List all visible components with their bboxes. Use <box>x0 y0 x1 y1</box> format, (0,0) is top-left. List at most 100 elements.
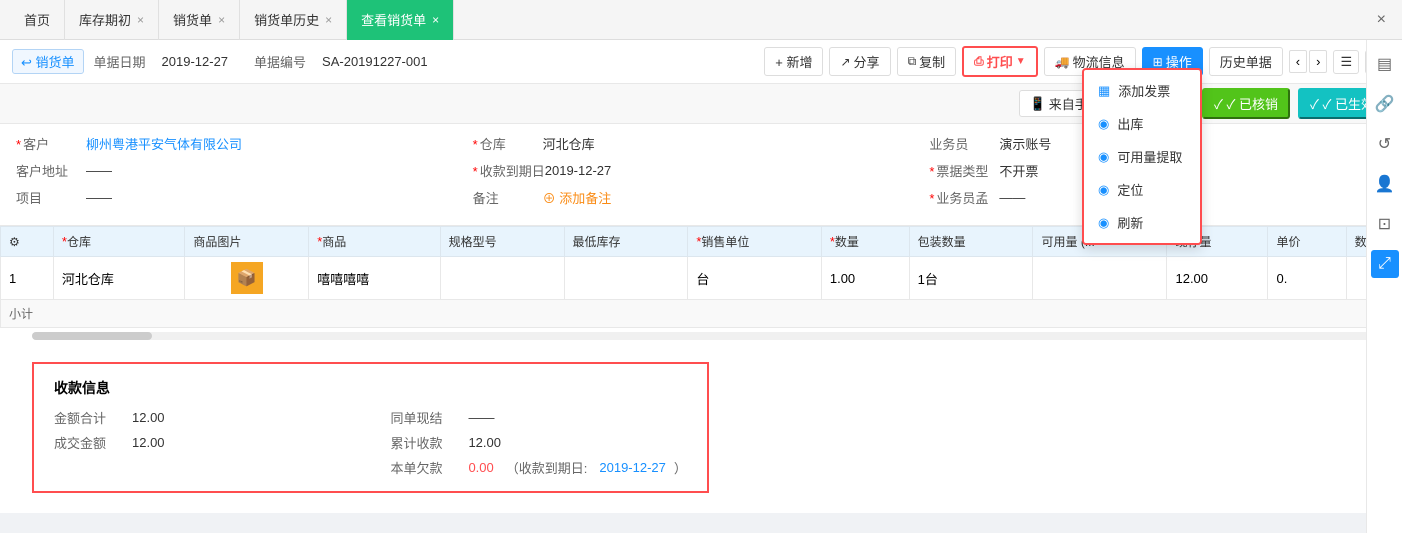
history-button[interactable]: 历史单据 <box>1209 47 1283 76</box>
customer-field: 客户 柳州粤港平安气体有限公司 <box>16 134 473 153</box>
subtotal-label: 小计 <box>1 300 1402 328</box>
sidebar-link-icon[interactable]: 🔗 <box>1371 90 1399 118</box>
tab-inventory-init[interactable]: 库存期初 × <box>65 0 159 40</box>
arrears-date: 2019-12-27 <box>599 460 666 475</box>
copy-button[interactable]: ⧉ 复制 <box>897 47 957 76</box>
tab-bar: 首页 库存期初 × 销货单 × 销货单历史 × 查看销货单 × × <box>0 0 1402 40</box>
tab-close-history[interactable]: × <box>325 13 332 27</box>
project-field: 项目 —— <box>16 188 473 207</box>
scroll-thumb[interactable] <box>32 332 152 340</box>
sidebar-expand-icon[interactable]: ⤢ <box>1371 250 1399 278</box>
phone-icon: 📱 <box>1030 96 1046 112</box>
arrears-value: 0.00 <box>468 460 493 475</box>
project-label: 项目 <box>16 188 86 207</box>
address-label: 客户地址 <box>16 161 86 180</box>
accumulated-label: 累计收款 <box>390 433 460 452</box>
scroll-container[interactable] <box>0 328 1402 344</box>
due-date-label: 收款到期日 <box>473 161 545 180</box>
payment-area: 收款信息 金额合计 12.00 同单现结 —— 成交金额 12.00 累计收款 … <box>0 344 1402 513</box>
row-no: 1 <box>1 257 54 300</box>
col-pack-qty: 包装数量 <box>909 227 1033 257</box>
dropdown-add-invoice[interactable]: ▦ 添加发票 <box>1084 74 1200 107</box>
share-icon: ↗ <box>840 55 850 69</box>
due-date-field: 收款到期日 2019-12-27 <box>473 161 930 180</box>
warehouse-value: 河北仓库 <box>543 134 595 153</box>
print-arrow-icon: ▼ <box>1016 56 1026 67</box>
add-invoice-label: 添加发票 <box>1118 81 1170 100</box>
arrears-close: ） <box>674 458 687 477</box>
sidebar-grid-icon[interactable]: ⊡ <box>1371 210 1399 238</box>
logistics-icon: 🚚 <box>1055 55 1070 69</box>
note-add-btn[interactable]: ⊕ 添加备注 <box>543 188 612 207</box>
confirmed-button[interactable]: ✓ ✓ 已核销 <box>1202 88 1290 119</box>
tab-view-sales[interactable]: 查看销货单 × <box>347 0 454 40</box>
total-amount-row: 金额合计 12.00 <box>54 408 350 427</box>
window-close-button[interactable]: × <box>1377 11 1386 29</box>
prev-button[interactable]: ‹ <box>1289 50 1307 73</box>
deal-amount-row: 成交金额 12.00 <box>54 433 350 452</box>
col-warehouse: *仓库 <box>53 227 184 257</box>
locate-icon: ◉ <box>1098 182 1109 198</box>
next-button[interactable]: › <box>1309 50 1327 73</box>
col-unit: *销售单位 <box>688 227 822 257</box>
col-image: 商品图片 <box>185 227 309 257</box>
dropdown-available-extract[interactable]: ◉ 可用量提取 <box>1084 140 1200 173</box>
col-product: *商品 <box>309 227 440 257</box>
note-label: 备注 <box>473 188 543 207</box>
extract-icon: ◉ <box>1098 149 1109 165</box>
tab-close-view[interactable]: × <box>432 13 439 27</box>
operator-value: 演示账号 <box>999 134 1051 153</box>
date-label: 单据日期 <box>94 52 146 71</box>
row-stock: 12.00 <box>1167 257 1268 300</box>
extract-label: 可用量提取 <box>1117 147 1182 166</box>
refresh-icon: ◉ <box>1098 215 1109 231</box>
col-qty: *数量 <box>821 227 909 257</box>
col-settings[interactable]: ⚙ <box>1 227 54 257</box>
row-product: 嘻嘻嘻嘻 <box>309 257 440 300</box>
sidebar-notes-icon[interactable]: ▤ <box>1371 50 1399 78</box>
ticket-value: 不开票 <box>999 161 1038 180</box>
dropdown-locate[interactable]: ◉ 定位 <box>1084 173 1200 206</box>
subtotal-row: 小计 <box>1 300 1402 328</box>
col-min-stock: 最低库存 <box>564 227 688 257</box>
same-order-label: 同单现结 <box>390 408 460 427</box>
note-field: 备注 ⊕ 添加备注 <box>473 188 930 207</box>
row-qty: 1.00 <box>821 257 909 300</box>
tab-close-sales[interactable]: × <box>218 13 225 27</box>
arrears-note: （收款到期日: <box>506 458 588 477</box>
nav-arrows: ‹ › <box>1289 50 1328 73</box>
date-value: 2019-12-27 <box>162 54 229 69</box>
col-price: 单价 <box>1268 227 1346 257</box>
dropdown-refresh[interactable]: ◉ 刷新 <box>1084 206 1200 239</box>
customer-label: 客户 <box>16 134 86 153</box>
horizontal-scrollbar[interactable] <box>32 332 1370 340</box>
tab-sales-history[interactable]: 销货单历史 × <box>240 0 347 40</box>
row-warehouse: 河北仓库 <box>53 257 184 300</box>
same-order-row: 同单现结 —— <box>390 408 686 427</box>
share-button[interactable]: ↗ 分享 <box>829 47 890 76</box>
dropdown-outbound[interactable]: ◉ 出库 <box>1084 107 1200 140</box>
tab-sales-order[interactable]: 销货单 × <box>159 0 240 40</box>
deal-amount-value: 12.00 <box>132 435 165 450</box>
tab-close-inventory[interactable]: × <box>137 13 144 27</box>
tab-home[interactable]: 首页 <box>10 0 65 40</box>
ticket-label: 票据类型 <box>929 161 999 180</box>
print-button[interactable]: ⎙ 打印 ▼ <box>962 46 1038 77</box>
effect-icon: ✓ <box>1310 97 1319 112</box>
new-button[interactable]: + 新增 <box>764 47 823 76</box>
outbound-label: 出库 <box>1117 114 1143 133</box>
copy-icon: ⧉ <box>908 54 917 69</box>
toolbar-actions: + 新增 ↗ 分享 ⧉ 复制 ⎙ 打印 ▼ 🚚 物流信息 ⊞ 操作 <box>764 46 1390 77</box>
grid-view-button[interactable]: ☰ <box>1333 50 1359 74</box>
customer-value[interactable]: 柳州粤港平安气体有限公司 <box>86 134 242 153</box>
locate-label: 定位 <box>1117 180 1143 199</box>
table-row: 1 河北仓库 📦 嘻嘻嘻嘻 台 1.00 1台 12.00 0. <box>1 257 1402 300</box>
sidebar-user-icon[interactable]: 👤 <box>1371 170 1399 198</box>
sidebar-history-icon[interactable]: ↺ <box>1371 130 1399 158</box>
warehouse-field: 仓库 河北仓库 <box>473 134 930 153</box>
doc-type-badge: ↩ 销货单 <box>12 49 84 74</box>
salesperson-label: 业务员孟 <box>929 188 999 207</box>
row-spec <box>440 257 564 300</box>
payment-section: 收款信息 金额合计 12.00 同单现结 —— 成交金额 12.00 累计收款 … <box>32 362 709 493</box>
row-pack-qty: 1台 <box>909 257 1033 300</box>
